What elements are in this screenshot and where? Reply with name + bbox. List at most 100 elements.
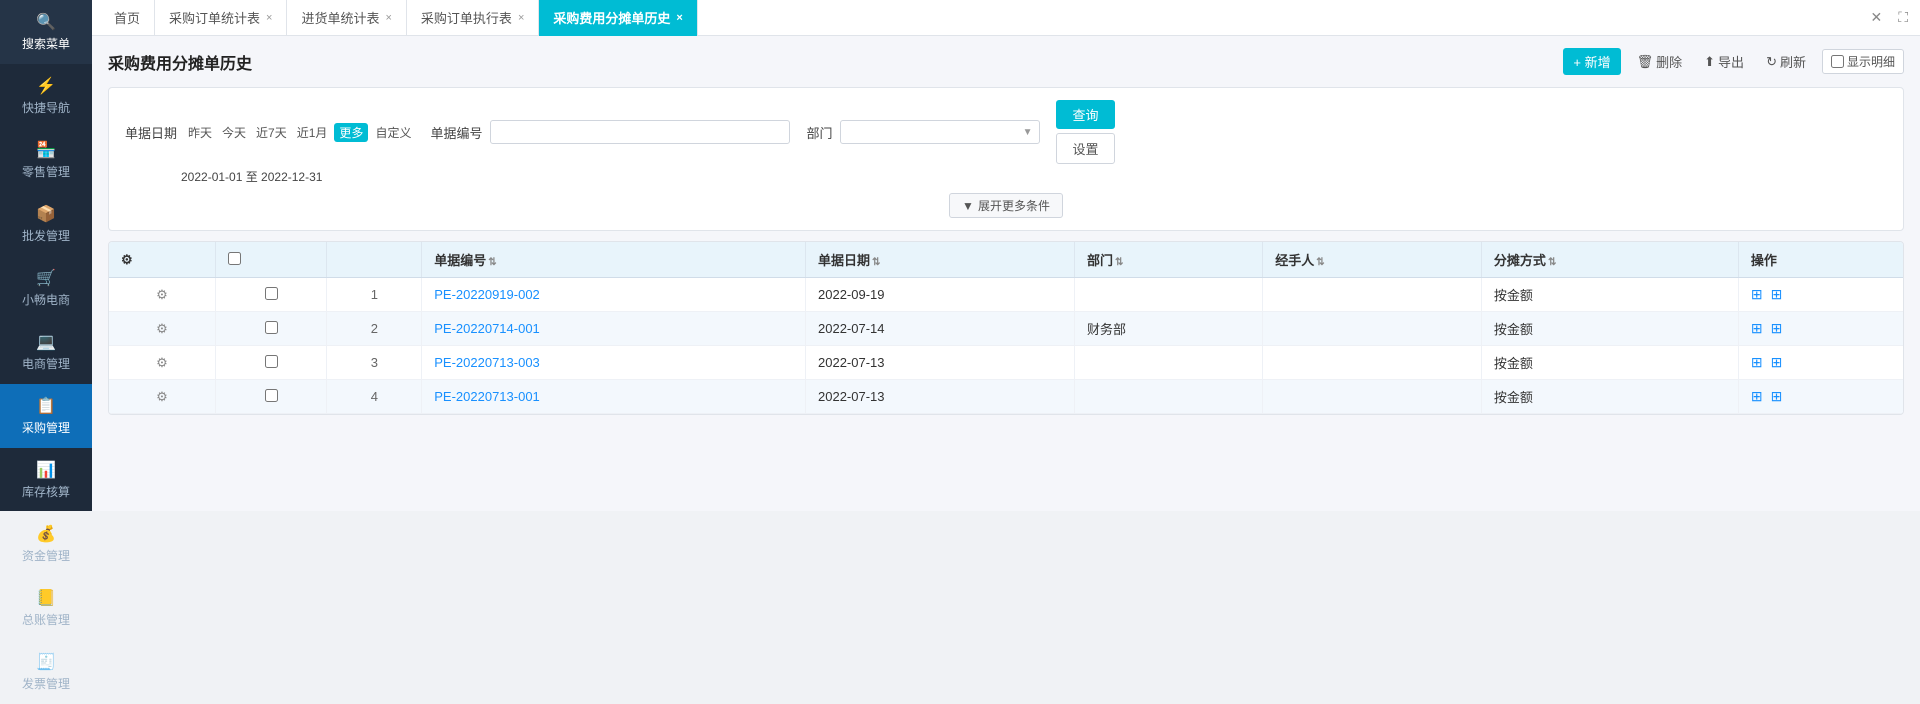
- col-header-doc_no[interactable]: 单据编号⇅: [422, 242, 806, 278]
- sidebar-item-shortcut[interactable]: ⚡快捷导航: [0, 64, 92, 128]
- tab-purchase-cost-history[interactable]: 采购费用分摊单历史×: [539, 0, 697, 36]
- sidebar-item-label: 电商管理: [22, 355, 70, 372]
- doc-no-cell: PE-20220714-001: [422, 312, 806, 346]
- row-settings[interactable]: ⚙: [109, 346, 215, 380]
- tab-close-icon[interactable]: ×: [385, 12, 391, 24]
- row-settings[interactable]: ⚙: [109, 312, 215, 346]
- tab-home[interactable]: 首页: [100, 0, 155, 36]
- tab-purchase-receipt-stat[interactable]: 进货单统计表 ×: [287, 0, 406, 36]
- sidebar-item-label: 库存核算: [22, 483, 70, 500]
- row-number: 1: [327, 278, 422, 312]
- wholesale-icon: 📦: [36, 204, 56, 224]
- col-header-doc_date[interactable]: 单据日期⇅: [806, 242, 1075, 278]
- sidebar-item-wholesale[interactable]: 📦批发管理: [0, 192, 92, 256]
- sidebar-item-purchase[interactable]: 📋采购管理: [0, 384, 92, 448]
- expand-more: ▼ 展开更多条件: [125, 193, 1887, 218]
- dept-filter-input[interactable]: [840, 120, 1040, 144]
- main-content: 首页采购订单统计表×进货单统计表×采购订单执行表×采购费用分摊单历史× ✕ ⛶ …: [92, 0, 1920, 511]
- doc-no-link[interactable]: PE-20220919-002: [434, 287, 540, 302]
- col-header-handler[interactable]: 经手人⇅: [1263, 242, 1482, 278]
- tab-close-icon[interactable]: ×: [266, 12, 272, 24]
- search-button[interactable]: 查询: [1056, 100, 1114, 129]
- date-range-display: 2022-01-01 至 2022-12-31: [181, 168, 1887, 185]
- edit-action-icon[interactable]: ⊞: [1771, 320, 1783, 337]
- table-row: ⚙3PE-20220713-0032022-07-13按金额⊞⊞: [109, 346, 1903, 380]
- tab-label: 进货单统计表: [301, 8, 379, 27]
- delete-button[interactable]: 🗑 删除: [1631, 49, 1689, 74]
- filter-settings-button[interactable]: 设置: [1056, 133, 1114, 164]
- sidebar-item-retail[interactable]: 🏪零售管理: [0, 128, 92, 192]
- show-cols-checkbox[interactable]: [1831, 55, 1844, 68]
- date-shortcut-近7天[interactable]: 近7天: [253, 123, 290, 142]
- row-checkbox-cell: [215, 278, 327, 312]
- maximize-window-icon[interactable]: ⛶: [1894, 7, 1912, 28]
- row-checkbox-cell: [215, 346, 327, 380]
- doc-no-link[interactable]: PE-20220714-001: [434, 321, 540, 336]
- tab-close-icon[interactable]: ×: [518, 12, 524, 24]
- filter-row: 单据日期 昨天今天近7天近1月更多自定义 单据编号 部门 ▼ 查询 设置: [125, 100, 1887, 164]
- sidebar-item-ecommerce-small[interactable]: 🛒小畅电商: [0, 256, 92, 320]
- sidebar-item-ecommerce[interactable]: 💻电商管理: [0, 320, 92, 384]
- handler-cell: [1263, 312, 1482, 346]
- sidebar-item-ledger[interactable]: 📒总账管理: [0, 576, 92, 640]
- row-number: 3: [327, 346, 422, 380]
- show-cols-button[interactable]: 显示明细: [1822, 49, 1904, 74]
- method-cell: 按金额: [1481, 346, 1738, 380]
- tab-close-icon[interactable]: ×: [676, 12, 682, 24]
- tab-bar: 首页采购订单统计表×进货单统计表×采购订单执行表×采购费用分摊单历史× ✕ ⛶: [92, 0, 1920, 36]
- row-checkbox[interactable]: [265, 321, 278, 334]
- edit-action-icon[interactable]: ⊞: [1771, 354, 1783, 371]
- settings-icon[interactable]: ⚙: [121, 252, 133, 267]
- doc-no-link[interactable]: PE-20220713-003: [434, 355, 540, 370]
- docno-filter-input[interactable]: [490, 120, 790, 144]
- dept-cell: 财务部: [1075, 312, 1263, 346]
- sidebar-item-label: 总账管理: [22, 611, 70, 628]
- doc-no-link[interactable]: PE-20220713-001: [434, 389, 540, 404]
- add-button[interactable]: + 新增: [1563, 48, 1620, 75]
- tab-label: 采购订单执行表: [421, 8, 512, 27]
- ecommerce-small-icon: 🛒: [36, 268, 56, 288]
- tab-purchase-order-stat[interactable]: 采购订单统计表×: [155, 0, 287, 36]
- data-table: ⚙ 单据编号⇅单据日期⇅部门⇅经手人⇅分摊方式⇅操作 ⚙ 1 PE-20220919-…: [109, 242, 1903, 414]
- col-header-dept[interactable]: 部门⇅: [1075, 242, 1263, 278]
- date-range-value: 2022-01-01 至 2022-12-31: [181, 170, 322, 184]
- date-shortcut-今天[interactable]: 今天: [219, 123, 249, 142]
- col-header-method[interactable]: 分摊方式⇅: [1481, 242, 1738, 278]
- close-window-icon[interactable]: ✕: [1866, 7, 1886, 28]
- edit-action-icon[interactable]: ⊞: [1771, 388, 1783, 405]
- tab-purchase-order-exec[interactable]: 采购订单执行表 ×: [407, 0, 539, 36]
- sidebar-item-label: 零售管理: [22, 163, 70, 180]
- row-checkbox[interactable]: [265, 355, 278, 368]
- sidebar-item-search[interactable]: 🔍搜索菜单: [0, 0, 92, 64]
- row-settings[interactable]: ⚙: [109, 380, 215, 414]
- action-cell: ⊞⊞: [1738, 380, 1903, 414]
- refresh-button[interactable]: ↻ 刷新: [1760, 49, 1812, 74]
- col-header-action: 操作: [1738, 242, 1903, 278]
- edit-action-icon[interactable]: ⊞: [1771, 286, 1783, 303]
- table-header: ⚙ 单据编号⇅单据日期⇅部门⇅经手人⇅分摊方式⇅操作: [109, 242, 1903, 278]
- search-icon: 🔍: [36, 12, 56, 32]
- select-all-checkbox[interactable]: [228, 252, 241, 265]
- date-shortcut-更多[interactable]: 更多: [334, 123, 368, 142]
- date-filter-label: 单据日期: [125, 123, 177, 142]
- sidebar-item-finance[interactable]: 💰资金管理: [0, 512, 92, 576]
- col-header-settings: ⚙: [109, 242, 215, 278]
- sort-icon: ⇅: [1548, 257, 1556, 268]
- sidebar-item-inventory[interactable]: 📊库存核算: [0, 448, 92, 512]
- view-action-icon[interactable]: ⊞: [1751, 320, 1763, 337]
- date-shortcut-自定义[interactable]: 自定义: [372, 123, 414, 142]
- row-settings[interactable]: ⚙: [109, 278, 215, 312]
- row-checkbox[interactable]: [265, 389, 278, 402]
- expand-more-button[interactable]: ▼ 展开更多条件: [949, 193, 1063, 218]
- view-action-icon[interactable]: ⊞: [1751, 286, 1763, 303]
- method-cell: 按金额: [1481, 278, 1738, 312]
- sidebar-item-invoice[interactable]: 🧾发票管理: [0, 640, 92, 704]
- date-shortcut-近1月[interactable]: 近1月: [294, 123, 331, 142]
- handler-cell: [1263, 278, 1482, 312]
- view-action-icon[interactable]: ⊞: [1751, 388, 1763, 405]
- view-action-icon[interactable]: ⊞: [1751, 354, 1763, 371]
- date-shortcut-昨天[interactable]: 昨天: [185, 123, 215, 142]
- table-row: ⚙2PE-20220714-0012022-07-14财务部按金额⊞⊞: [109, 312, 1903, 346]
- export-button[interactable]: ⬆ 导出: [1698, 49, 1750, 74]
- row-checkbox[interactable]: [265, 287, 278, 300]
